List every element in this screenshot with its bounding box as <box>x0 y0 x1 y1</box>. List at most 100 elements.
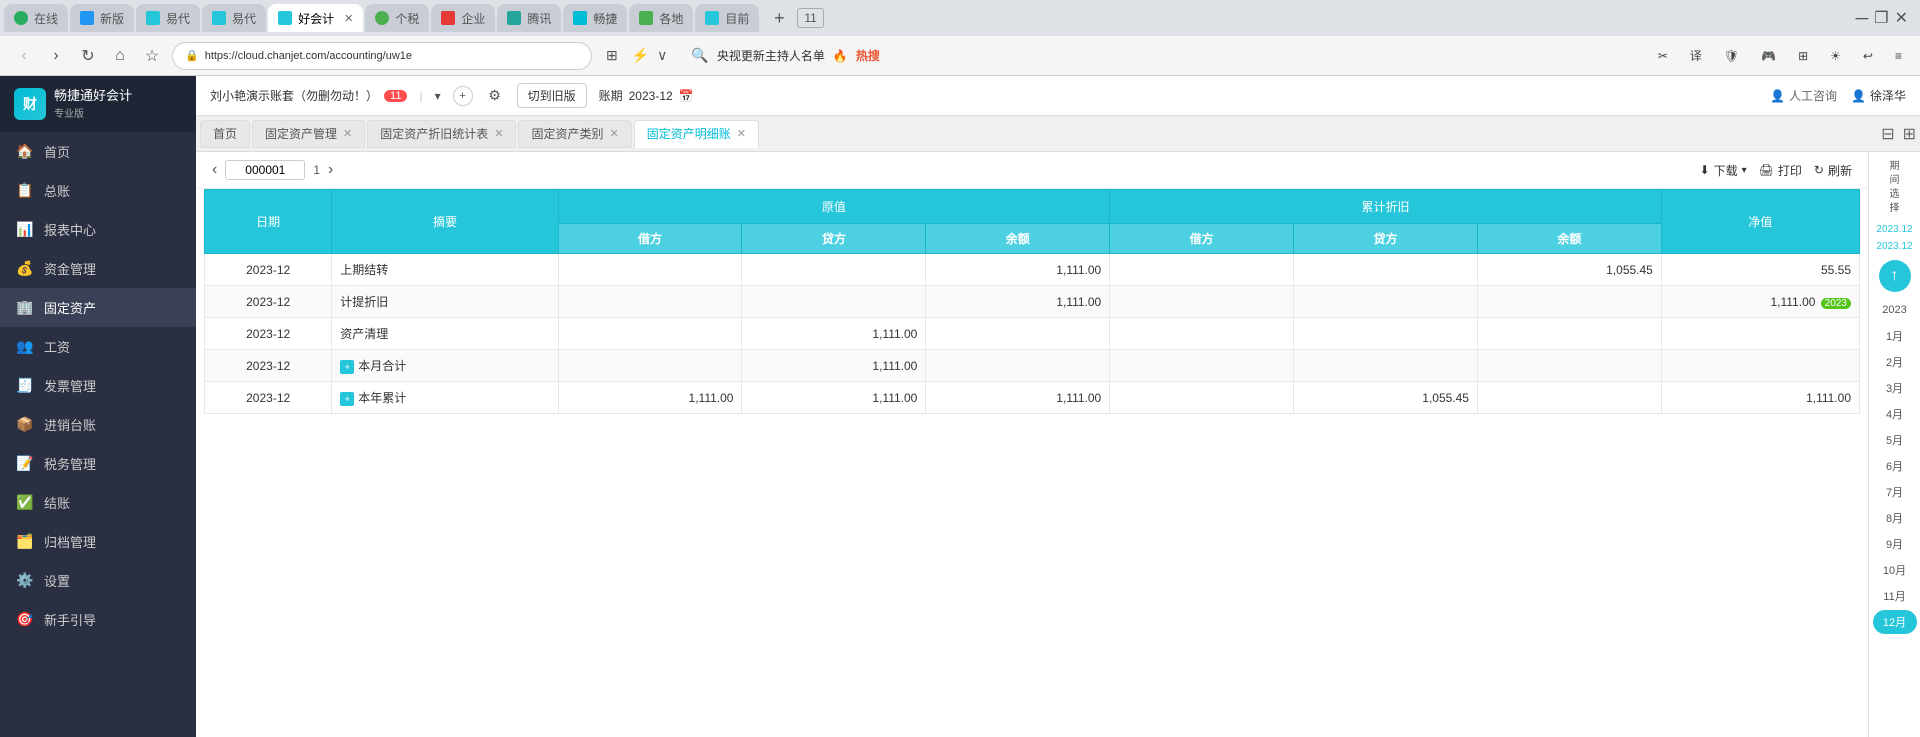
sidebar-item-close[interactable]: ✅ 结账 <box>0 483 196 522</box>
sidebar-item-funds[interactable]: 💰 资金管理 <box>0 249 196 288</box>
browser-tab-gedi[interactable]: 各地 <box>629 4 693 32</box>
new-tab-btn[interactable]: + <box>765 4 793 32</box>
translate-btn[interactable]: 译 <box>1684 45 1708 66</box>
tab-close-depreciation[interactable]: ✕ <box>494 127 503 140</box>
period-item-7[interactable]: 7月 <box>1873 480 1917 504</box>
sidebar-item-archive[interactable]: 🗂️ 归档管理 <box>0 522 196 561</box>
sidebar-item-sales[interactable]: 📦 进销台账 <box>0 405 196 444</box>
sidebar-item-home[interactable]: 🏠 首页 <box>0 132 196 171</box>
period-item-11[interactable]: 11月 <box>1873 584 1917 608</box>
grid-btn[interactable]: ⊞ <box>1792 47 1814 65</box>
page-tab-fixed-assets-mgmt[interactable]: 固定资产管理 ✕ <box>252 120 365 148</box>
browser-tab-yidai1[interactable]: 易代 <box>136 4 200 32</box>
search-area: 🔍 央视更新主持人名单 🔥 热搜 <box>675 47 1643 64</box>
print-btn[interactable]: 🖨 打印 <box>1759 162 1802 179</box>
period-item-2[interactable]: 2月 <box>1873 350 1917 374</box>
tab-close-fa-mgmt[interactable]: ✕ <box>343 127 352 140</box>
page-tab-asset-category[interactable]: 固定资产类别 ✕ <box>518 120 631 148</box>
sidebar-item-label-close: 结账 <box>44 493 70 512</box>
sidebar-item-label-reports: 报表中心 <box>44 220 96 239</box>
service-btn[interactable]: 👤 人工咨询 <box>1770 87 1837 104</box>
period-item-1[interactable]: 1月 <box>1873 324 1917 348</box>
tab-count-badge[interactable]: 11 <box>797 8 823 28</box>
page-tab-home[interactable]: 首页 <box>200 120 250 148</box>
minimize-btn[interactable]: ─ <box>1855 8 1868 29</box>
sidebar-item-tax[interactable]: 📝 税务管理 <box>0 444 196 483</box>
period-item-12[interactable]: 12月 <box>1873 610 1917 634</box>
dropdown-area: ▾ <box>435 89 441 103</box>
back-btn[interactable]: ‹ <box>12 44 36 68</box>
period-item-8[interactable]: 8月 <box>1873 506 1917 530</box>
period-item-9[interactable]: 9月 <box>1873 532 1917 556</box>
browser-tab-yidai2[interactable]: 易代 <box>202 4 266 32</box>
sidebar-item-settings[interactable]: ⚙️ 设置 <box>0 561 196 600</box>
scissors-btn[interactable]: ✂ <box>1652 47 1674 65</box>
sidebar-item-guide[interactable]: 🎯 新手引导 <box>0 600 196 639</box>
dropdown-btn[interactable]: ∨ <box>657 47 667 64</box>
guide-icon: 🎯 <box>16 611 34 629</box>
bookmark-btn[interactable]: ☆ <box>140 44 164 68</box>
sidebar-item-fixed-assets[interactable]: 🏢 固定资产 <box>0 288 196 327</box>
forward-btn[interactable]: › <box>44 44 68 68</box>
page-tab-strip: 首页 固定资产管理 ✕ 固定资产折旧统计表 ✕ 固定资产类别 ✕ 固定资产明细账… <box>196 116 1920 152</box>
tax-icon: 📝 <box>16 455 34 473</box>
browser-tab-online[interactable]: 在线 <box>4 4 68 32</box>
period-item-10[interactable]: 10月 <box>1873 558 1917 582</box>
browser-tab-tencent[interactable]: 腾讯 <box>497 4 561 32</box>
extensions-btn[interactable]: ⊞ <box>600 47 624 64</box>
shield-btn[interactable]: 🛡 <box>1718 47 1745 65</box>
browser-tab-close[interactable]: ✕ <box>344 12 353 25</box>
sidebar-item-reports[interactable]: 📊 报表中心 <box>0 210 196 249</box>
refresh-btn[interactable]: ↻ 刷新 <box>1814 162 1852 179</box>
browser-tab-new[interactable]: 新版 <box>70 4 134 32</box>
lightning-btn[interactable]: ⚡ <box>632 47 649 64</box>
expand-icon[interactable]: ⊞ <box>1903 124 1916 144</box>
switch-version-btn[interactable]: 切到旧版 <box>517 83 587 108</box>
game-btn[interactable]: 🎮 <box>1755 47 1782 65</box>
browser-tab-geshuhi[interactable]: 个税 <box>365 4 429 32</box>
plus-btn[interactable]: + <box>453 86 473 106</box>
sidebar-item-label-sales: 进销台账 <box>44 415 96 434</box>
sidebar-item-invoices[interactable]: 🧾 发票管理 <box>0 366 196 405</box>
browser-tab-qiye[interactable]: 企业 <box>431 4 495 32</box>
browser-tab-changjie[interactable]: 畅捷 <box>563 4 627 32</box>
ledger-panel: ‹ 1 › ⬇ 下载 ▾ 🖨 打印 <box>196 152 1868 737</box>
undo-btn[interactable]: ↩ <box>1857 47 1879 65</box>
browser-tab-muqian[interactable]: 目前 <box>695 4 759 32</box>
window-close-btn[interactable]: ✕ <box>1895 8 1908 28</box>
browser-tab-bar: 在线 新版 易代 易代 好会计 ✕ 个税 企业 腾讯 <box>0 0 1920 36</box>
tab-close-category[interactable]: ✕ <box>610 127 619 140</box>
prev-account-btn[interactable]: ‹ <box>212 161 217 179</box>
period-item-6[interactable]: 6月 <box>1873 454 1917 478</box>
sidebar: 财 畅捷通好会计 专业版 🏠 首页 📋 总账 📊 报表中心 💰 资金管理 🏢 固… <box>0 76 196 737</box>
invoices-icon: 🧾 <box>16 377 34 395</box>
account-number-input[interactable] <box>225 160 305 180</box>
address-input[interactable]: 🔒 https://cloud.chanjet.com/accounting/u… <box>172 42 592 70</box>
period-item-5[interactable]: 5月 <box>1873 428 1917 452</box>
contract-icon[interactable]: ⊟ <box>1881 124 1894 144</box>
period-item-4[interactable]: 4月 <box>1873 402 1917 426</box>
period-item-year[interactable]: 2023 <box>1873 298 1917 322</box>
refresh-browser-btn[interactable]: ↻ <box>76 44 100 68</box>
col-acc-balance: 余额 <box>1477 224 1661 254</box>
sun-btn[interactable]: ☀ <box>1824 47 1847 65</box>
user-info: 刘小艳演示账套（勿删勿动！） 11 <box>210 87 407 104</box>
table-row: 2023-12 上期结转 1,111.00 1,055.45 55.55 <box>205 254 1860 286</box>
next-account-btn[interactable]: › <box>328 161 333 179</box>
restore-btn[interactable]: ❐ <box>1874 8 1888 28</box>
sidebar-item-label-payroll: 工资 <box>44 337 70 356</box>
scroll-up-btn[interactable]: ↑ <box>1879 260 1911 292</box>
calendar-icon[interactable]: 📅 <box>679 89 694 103</box>
browser-tab-haokuaiji[interactable]: 好会计 ✕ <box>268 4 363 32</box>
period-item-3[interactable]: 3月 <box>1873 376 1917 400</box>
menu-btn[interactable]: ≡ <box>1889 47 1908 65</box>
page-tab-asset-ledger[interactable]: 固定资产明细账 ✕ <box>634 120 759 148</box>
page-tab-depreciation-table[interactable]: 固定资产折旧统计表 ✕ <box>367 120 516 148</box>
settings-small-btn[interactable]: ⚙ <box>485 86 505 106</box>
sidebar-item-ledger[interactable]: 📋 总账 <box>0 171 196 210</box>
sidebar-item-payroll[interactable]: 👥 工资 <box>0 327 196 366</box>
user-account-btn[interactable]: 👤 徐泽华 <box>1851 87 1906 104</box>
home-btn[interactable]: ⌂ <box>108 44 132 68</box>
tab-close-ledger[interactable]: ✕ <box>737 127 746 140</box>
download-btn[interactable]: ⬇ 下载 ▾ <box>1700 162 1747 179</box>
